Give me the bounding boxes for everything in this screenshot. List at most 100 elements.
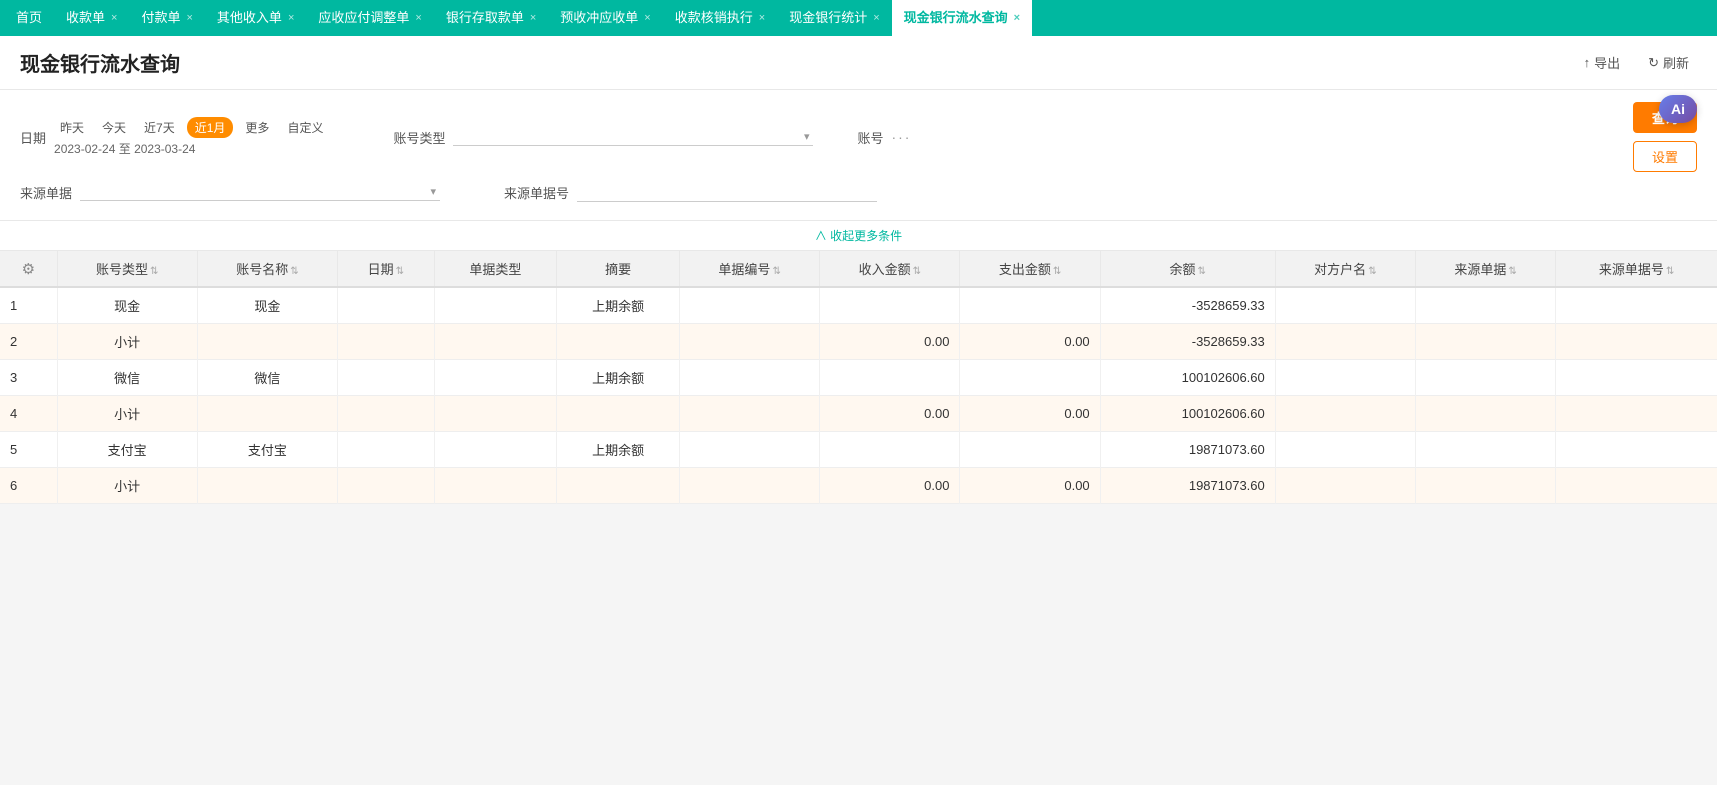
- table-cell: [820, 432, 960, 468]
- filter-row-2: 来源单据 ▾ 来源单据号: [20, 182, 1697, 202]
- table-cell: [960, 432, 1100, 468]
- sort-expense-icon: ⇅: [1053, 266, 1061, 277]
- close-prepay-icon[interactable]: ×: [644, 0, 650, 36]
- close-payment-icon[interactable]: ×: [186, 0, 192, 36]
- account-type-filter-group: 账号类型 ▾: [393, 128, 813, 147]
- page-title: 现金银行流水查询: [20, 48, 180, 77]
- close-bank-stats-icon[interactable]: ×: [873, 0, 879, 36]
- refresh-icon: ↻: [1648, 55, 1659, 71]
- source-doc-select[interactable]: ▾: [80, 183, 440, 201]
- nav-adjustment[interactable]: 应收应付调整单 ×: [306, 0, 433, 36]
- date-btn-yesterday[interactable]: 昨天: [54, 117, 90, 138]
- table-cell: 5: [0, 432, 57, 468]
- table-cell: [1415, 468, 1555, 504]
- ai-badge[interactable]: Ai: [1659, 95, 1697, 123]
- nav-home[interactable]: 首页: [4, 0, 54, 36]
- sort-doc-no-icon: ⇅: [772, 266, 780, 277]
- table-cell: 微信: [197, 360, 337, 396]
- col-source-doc-no[interactable]: 来源单据号⇅: [1556, 251, 1717, 287]
- table-cell: [1415, 287, 1555, 324]
- table-cell: 支付宝: [197, 432, 337, 468]
- nav-bank-flow[interactable]: 现金银行流水查询 ×: [892, 0, 1032, 36]
- gear-icon: ⚙: [22, 261, 35, 278]
- col-expense[interactable]: 支出金额⇅: [960, 251, 1100, 287]
- table-cell: 小计: [57, 324, 197, 360]
- collapse-bar[interactable]: ∧ 收起更多条件: [0, 221, 1717, 251]
- table-cell: [1275, 324, 1415, 360]
- table-row: 1现金现金上期余额-3528659.33: [0, 287, 1717, 324]
- col-date[interactable]: 日期⇅: [338, 251, 435, 287]
- date-btn-more[interactable]: 更多: [239, 117, 275, 138]
- table-cell: 上期余额: [557, 360, 680, 396]
- table-row: 2小计0.000.00-3528659.33: [0, 324, 1717, 360]
- table-cell: 19871073.60: [1100, 432, 1275, 468]
- table-cell: [434, 360, 557, 396]
- nav-payment[interactable]: 付款单 ×: [129, 0, 204, 36]
- col-account-name[interactable]: 账号名称⇅: [197, 251, 337, 287]
- close-receipt-icon[interactable]: ×: [111, 0, 117, 36]
- source-doc-filter-group: 来源单据 ▾: [20, 183, 440, 202]
- source-doc-no-input[interactable]: [577, 182, 877, 202]
- nav-bank-stats[interactable]: 现金银行统计 ×: [777, 0, 891, 36]
- table-cell: [434, 396, 557, 432]
- col-doc-type[interactable]: 单据类型: [434, 251, 557, 287]
- table-cell: [960, 360, 1100, 396]
- table-cell: [1556, 360, 1717, 396]
- page-header: 现金银行流水查询 ↑ 导出 ↻ 刷新: [0, 36, 1717, 90]
- nav-other-income[interactable]: 其他收入单 ×: [205, 0, 306, 36]
- filter-area: 日期 昨天 今天 近7天 近1月 更多 自定义 2023-02-24 至 202…: [0, 90, 1717, 221]
- table-cell: [1556, 324, 1717, 360]
- table-cell: [1556, 432, 1717, 468]
- account-more-dots[interactable]: ···: [891, 129, 911, 145]
- table-cell: 0.00: [820, 468, 960, 504]
- col-account-type[interactable]: 账号类型⇅: [57, 251, 197, 287]
- table-cell: [1415, 432, 1555, 468]
- date-btn-today[interactable]: 今天: [96, 117, 132, 138]
- col-income[interactable]: 收入金额⇅: [820, 251, 960, 287]
- date-btn-custom[interactable]: 自定义: [281, 117, 329, 138]
- date-btn-1month[interactable]: 近1月: [187, 117, 234, 138]
- top-nav: 首页 收款单 × 付款单 × 其他收入单 × 应收应付调整单 × 银行存取款单 …: [0, 0, 1717, 36]
- nav-prepay[interactable]: 预收冲应收单 ×: [548, 0, 662, 36]
- table-cell: [197, 324, 337, 360]
- source-doc-no-label: 来源单据号: [504, 183, 569, 202]
- nav-verify[interactable]: 收款核销执行 ×: [663, 0, 777, 36]
- table-cell: [197, 468, 337, 504]
- close-other-income-icon[interactable]: ×: [288, 0, 294, 36]
- col-gear[interactable]: ⚙: [0, 251, 57, 287]
- refresh-button[interactable]: ↻ 刷新: [1640, 49, 1697, 76]
- table-cell: [1275, 287, 1415, 324]
- close-verify-icon[interactable]: ×: [759, 0, 765, 36]
- close-adjustment-icon[interactable]: ×: [415, 0, 421, 36]
- table-cell: [1556, 396, 1717, 432]
- table-cell: [1415, 396, 1555, 432]
- table-cell: [434, 432, 557, 468]
- settings-button[interactable]: 设置: [1633, 141, 1697, 172]
- col-summary[interactable]: 摘要: [557, 251, 680, 287]
- col-source-doc[interactable]: 来源单据⇅: [1415, 251, 1555, 287]
- table-body: 1现金现金上期余额-3528659.332小计0.000.00-3528659.…: [0, 287, 1717, 504]
- table-cell: 0.00: [960, 324, 1100, 360]
- nav-bank-deposit[interactable]: 银行存取款单 ×: [434, 0, 548, 36]
- table-cell: -3528659.33: [1100, 324, 1275, 360]
- table-cell: [557, 468, 680, 504]
- filter-row-1: 日期 昨天 今天 近7天 近1月 更多 自定义 2023-02-24 至 202…: [20, 102, 1697, 172]
- table-cell: [680, 324, 820, 360]
- sort-income-icon: ⇅: [913, 266, 921, 277]
- table-cell: [338, 396, 435, 432]
- col-counterparty[interactable]: 对方户名⇅: [1275, 251, 1415, 287]
- col-doc-no[interactable]: 单据编号⇅: [680, 251, 820, 287]
- table-cell: [434, 287, 557, 324]
- table-cell: 4: [0, 396, 57, 432]
- col-balance[interactable]: 余额⇅: [1100, 251, 1275, 287]
- table-cell: 上期余额: [557, 287, 680, 324]
- close-bank-deposit-icon[interactable]: ×: [530, 0, 536, 36]
- date-btn-7days[interactable]: 近7天: [138, 117, 181, 138]
- account-type-select[interactable]: ▾: [453, 128, 813, 146]
- close-bank-flow-icon[interactable]: ×: [1014, 0, 1020, 36]
- export-button[interactable]: ↑ 导出: [1576, 49, 1629, 76]
- table-cell: 2: [0, 324, 57, 360]
- table-cell: [434, 324, 557, 360]
- table-cell: [680, 468, 820, 504]
- nav-receipt[interactable]: 收款单 ×: [54, 0, 129, 36]
